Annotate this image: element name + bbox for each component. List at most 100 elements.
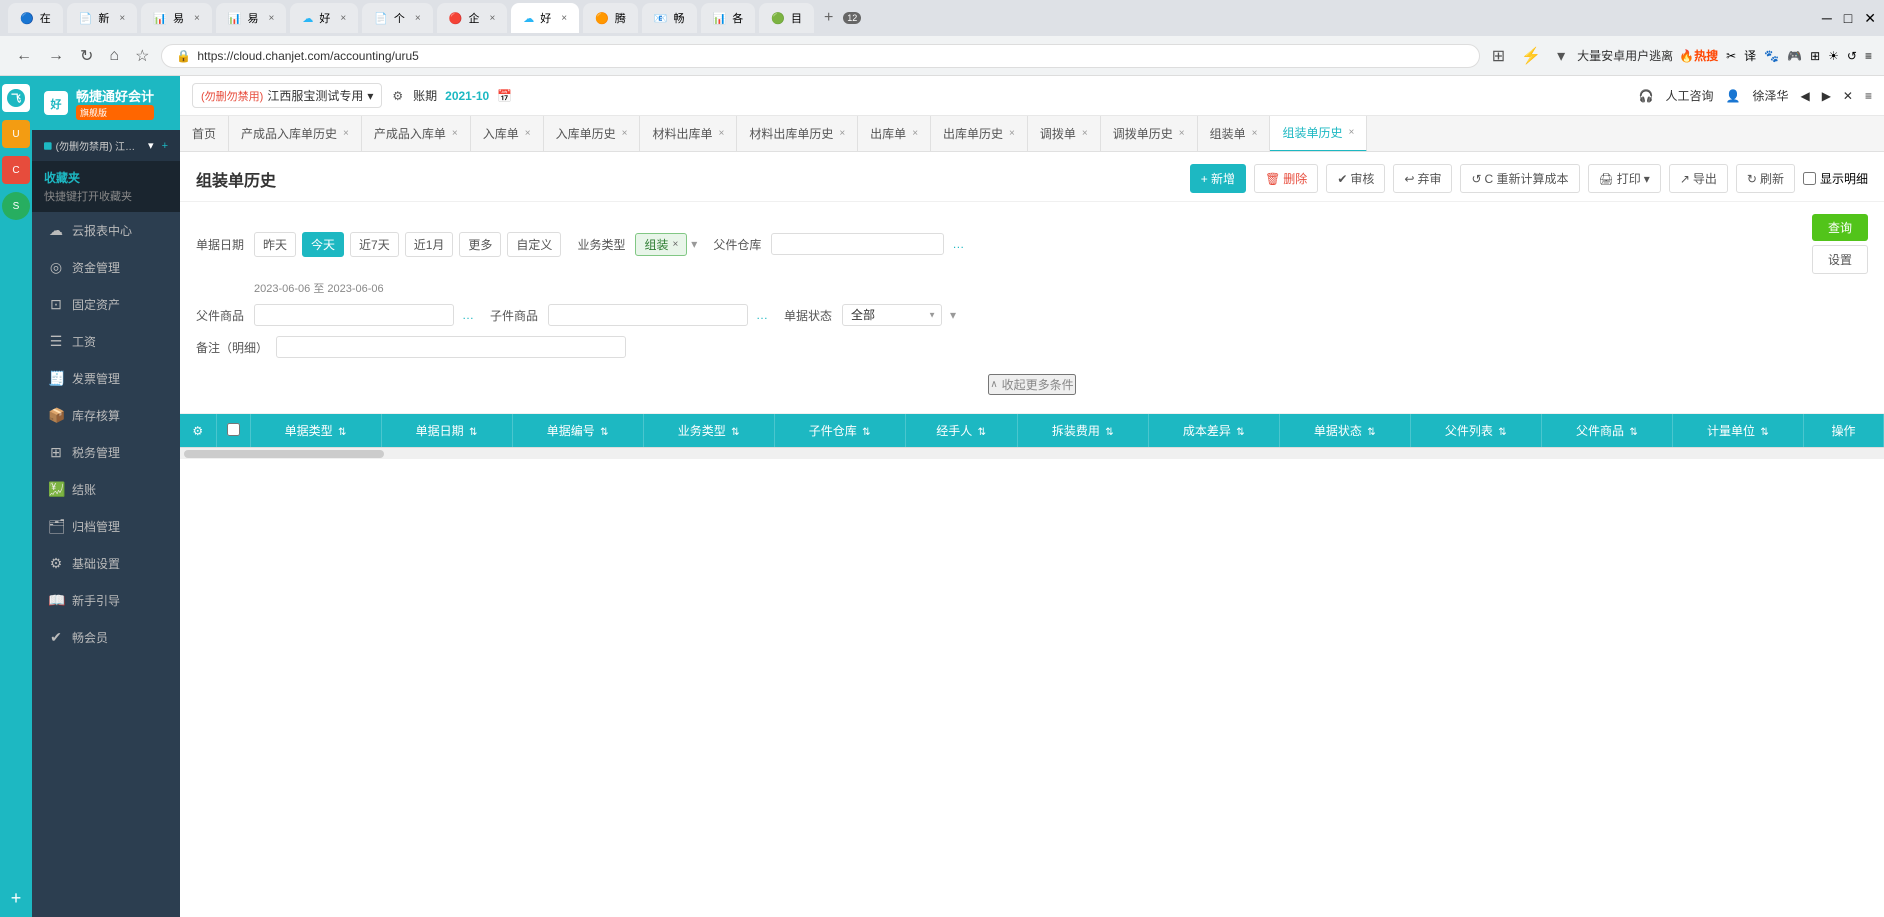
today-btn[interactable]: 今天 xyxy=(302,232,344,257)
tab-material-out-close[interactable]: × xyxy=(718,128,724,139)
sidebar-item-guide[interactable]: 📖 新手引导 xyxy=(32,582,180,619)
sidebar-item-tax[interactable]: ⊞ 税务管理 xyxy=(32,434,180,471)
th-unit[interactable]: 计量单位 ⇅ xyxy=(1672,414,1803,447)
query-button[interactable]: 查询 xyxy=(1812,214,1868,241)
tab-material-out-history-close[interactable]: × xyxy=(839,128,845,139)
set-button[interactable]: 设置 xyxy=(1812,245,1868,274)
browser-tab-3[interactable]: 📊 易 × xyxy=(141,3,212,33)
tab-kit-order[interactable]: 组装单 × xyxy=(1198,116,1271,152)
company-selector[interactable]: (勿删勿禁用) 江西服宝测试专用 ▾ + xyxy=(32,130,180,161)
tab-produce-in[interactable]: 产成品入库单 × xyxy=(362,116,471,152)
tab-produce-in-history-close[interactable]: × xyxy=(343,128,349,139)
tab-produce-in-history[interactable]: 产成品入库单历史 × xyxy=(229,116,362,152)
expand-button[interactable]: ▾ xyxy=(1553,42,1569,70)
export-button[interactable]: ↗ 导出 xyxy=(1669,164,1728,193)
custom-btn[interactable]: 自定义 xyxy=(507,232,561,257)
settings-browser-icon[interactable]: ☀ xyxy=(1828,49,1839,63)
child-goods-more[interactable]: … xyxy=(756,308,768,322)
th-order-date[interactable]: 单据日期 ⇅ xyxy=(381,414,512,447)
calendar-icon[interactable]: 📅 xyxy=(497,89,512,103)
print-button[interactable]: 🖨 打印 ▾ xyxy=(1588,164,1661,193)
browser-tab-4[interactable]: 📊 易 × xyxy=(216,3,287,33)
browser-tab-8[interactable]: ☁ 好 × xyxy=(511,3,579,33)
tab-material-out-history[interactable]: 材料出库单历史 × xyxy=(737,116,858,152)
username-label[interactable]: 徐泽华 xyxy=(1752,87,1788,104)
sidebar-item-invoice[interactable]: 🧾 发票管理 xyxy=(32,360,180,397)
header-close-btn[interactable]: ✕ xyxy=(1843,89,1853,103)
translate-icon[interactable]: 译 xyxy=(1744,47,1756,64)
parent-warehouse-input[interactable] xyxy=(771,233,944,255)
browser-tab-5[interactable]: ☁ 好 × xyxy=(290,3,358,33)
th-order-type[interactable]: 单据类型 ⇅ xyxy=(250,414,381,447)
qr-button[interactable]: ⊞ xyxy=(1488,42,1509,70)
header-collapse-left[interactable]: ◀ xyxy=(1800,89,1809,103)
th-disassembly-fee[interactable]: 拆装费用 ⇅ xyxy=(1017,414,1148,447)
sidebar-item-payroll[interactable]: ☰ 工资 xyxy=(32,323,180,360)
browser-tab-7[interactable]: 🔴 企 × xyxy=(437,3,508,33)
address-bar[interactable]: 🔒 https://cloud.chanjet.com/accounting/u… xyxy=(161,44,1479,68)
browser-tab-12[interactable]: 🟢 目 xyxy=(759,3,814,33)
th-settings[interactable]: ⚙ xyxy=(180,414,216,447)
scrollbar-thumb[interactable] xyxy=(184,450,384,458)
tab-assembly-history-close[interactable]: × xyxy=(1179,128,1185,139)
maximize-button[interactable]: □ xyxy=(1844,10,1852,26)
abandon-button[interactable]: ↩ 弃审 xyxy=(1393,164,1452,193)
emoji-icon[interactable]: 🐾 xyxy=(1764,49,1779,63)
review-button[interactable]: ✔ 审核 xyxy=(1326,164,1385,193)
tab-material-out[interactable]: 材料出库单 × xyxy=(640,116,737,152)
add-sidebar-button[interactable]: + xyxy=(11,888,22,917)
browser-tab-6[interactable]: 📄 个 × xyxy=(362,3,433,33)
more-btn[interactable]: 更多 xyxy=(459,232,501,257)
tab-in-order-close[interactable]: × xyxy=(525,128,531,139)
undo-icon[interactable]: ↺ xyxy=(1847,49,1857,63)
user-service-label[interactable]: 人工咨询 xyxy=(1665,87,1713,104)
sidebar-item-fund[interactable]: ◎ 资金管理 xyxy=(32,249,180,286)
browser-tab-10[interactable]: 📧 畅 xyxy=(642,3,697,33)
tab-out-order-history[interactable]: 出库单历史 × xyxy=(931,116,1028,152)
sidebar-item-cloud-report[interactable]: ☁ 云报表中心 xyxy=(32,212,180,249)
browser-tab-9[interactable]: 🟠 腾 xyxy=(583,3,638,33)
th-parent-goods[interactable]: 父件商品 ⇅ xyxy=(1541,414,1672,447)
tab-in-order-history-close[interactable]: × xyxy=(622,128,628,139)
browser-tab-1[interactable]: 🔵 在 xyxy=(8,3,63,33)
week-btn[interactable]: 近7天 xyxy=(350,232,399,257)
collapse-button[interactable]: ∧ 收起更多条件 xyxy=(988,374,1075,395)
header-menu-btn[interactable]: ≡ xyxy=(1865,89,1872,103)
company-select-dropdown[interactable]: (勿删勿禁用) 江西服宝测试专用 ▾ xyxy=(192,83,382,108)
tab-kit-history-close[interactable]: × xyxy=(1348,127,1354,138)
sidebar-icon-3[interactable]: C xyxy=(2,156,30,184)
order-status-select[interactable]: 全部 待审核 已审核 xyxy=(842,304,942,326)
parent-goods-more[interactable]: … xyxy=(462,308,474,322)
browser-tab-2[interactable]: 📄 新 × xyxy=(67,3,138,33)
forward-button[interactable]: → xyxy=(44,43,68,69)
lightning-button[interactable]: ⚡ xyxy=(1517,42,1545,70)
note-input[interactable] xyxy=(276,336,626,358)
th-parent-list[interactable]: 父件列表 ⇅ xyxy=(1410,414,1541,447)
th-checkbox[interactable] xyxy=(216,414,250,447)
tab-produce-in-close[interactable]: × xyxy=(452,128,458,139)
th-order-status[interactable]: 单据状态 ⇅ xyxy=(1279,414,1410,447)
sidebar-item-member[interactable]: ✔ 畅会员 xyxy=(32,619,180,656)
grid-icon[interactable]: ⊞ xyxy=(1810,49,1820,63)
sidebar-icon-4[interactable]: S xyxy=(2,192,30,220)
back-button[interactable]: ← xyxy=(12,43,36,69)
tab-home[interactable]: 首页 xyxy=(180,116,229,152)
menu-icon[interactable]: ≡ xyxy=(1865,49,1872,63)
biz-type-tag-close[interactable]: × xyxy=(672,239,678,250)
tab-kit-order-close[interactable]: × xyxy=(1252,128,1258,139)
parent-goods-input[interactable] xyxy=(254,304,454,326)
new-record-button[interactable]: + 新增 xyxy=(1190,164,1246,193)
minimize-button[interactable]: ─ xyxy=(1822,10,1832,26)
game-icon[interactable]: 🎮 xyxy=(1787,49,1802,63)
recalculate-button[interactable]: ↺ C 重新计算成本 xyxy=(1460,164,1579,193)
tab-out-order[interactable]: 出库单 × xyxy=(858,116,931,152)
tab-out-order-history-close[interactable]: × xyxy=(1009,128,1015,139)
tab-in-order[interactable]: 入库单 × xyxy=(471,116,544,152)
favorites-title[interactable]: 收藏夹 xyxy=(44,169,168,186)
show-detail-checkbox-label[interactable]: 显示明细 xyxy=(1803,170,1868,187)
hot-search-label[interactable]: 🔥热搜 xyxy=(1679,47,1718,64)
star-button[interactable]: ☆ xyxy=(131,42,153,70)
yesterday-btn[interactable]: 昨天 xyxy=(254,232,296,257)
sidebar-item-inventory[interactable]: 📦 库存核算 xyxy=(32,397,180,434)
sidebar-item-settlement[interactable]: 💹 结账 xyxy=(32,471,180,508)
